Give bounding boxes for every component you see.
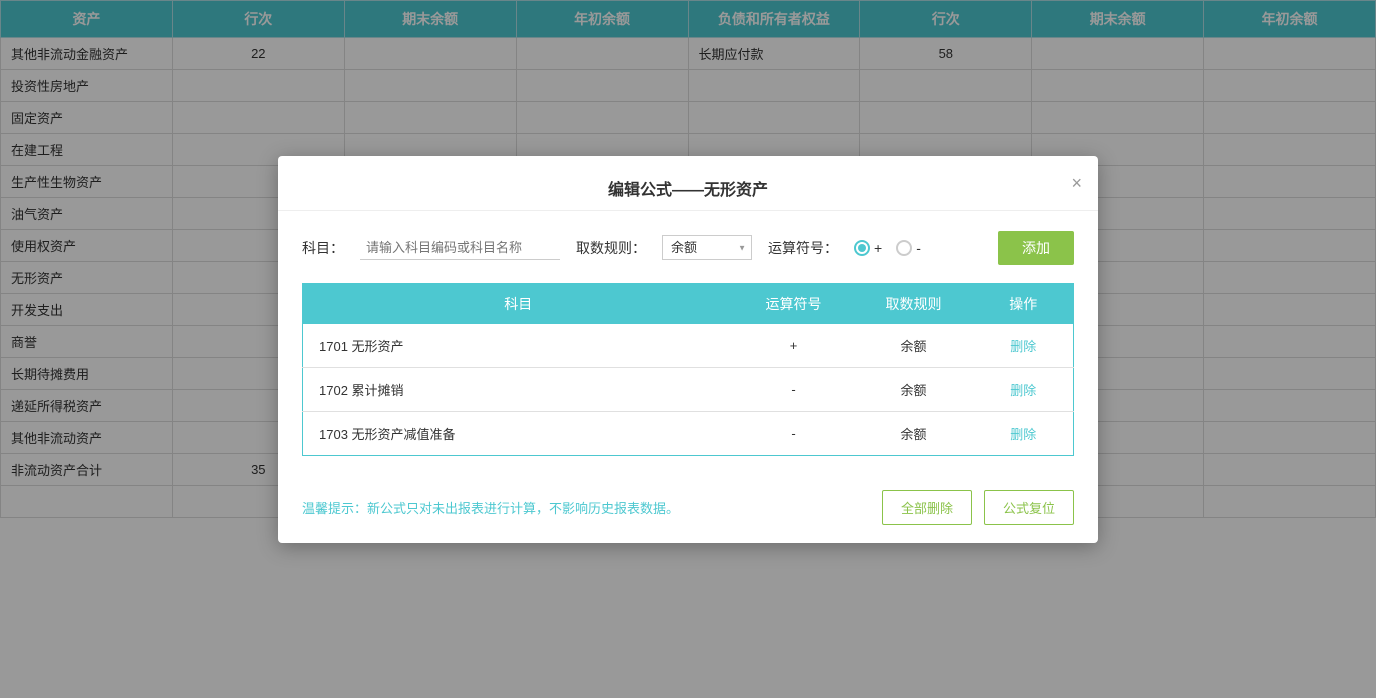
table-header-subject: 科目 <box>303 283 734 324</box>
table-header-action: 操作 <box>974 283 1074 324</box>
delete-row-button[interactable]: 删除 <box>1010 383 1036 398</box>
cell-action: 删除 <box>974 367 1074 411</box>
cell-rule: 余额 <box>854 411 974 455</box>
modal-body: 科目： 取数规则： 余额 借方发生额 贷方发生额 运算符号： + <box>278 211 1098 476</box>
table-header-rule: 取数规则 <box>854 283 974 324</box>
modal-footer: 温馨提示：新公式只对未出报表进行计算，不影响历史报表数据。 全部删除 公式复位 <box>278 476 1098 543</box>
cell-operator: - <box>734 411 854 455</box>
cell-action: 删除 <box>974 411 1074 455</box>
rule-select-wrap[interactable]: 余额 借方发生额 贷方发生额 <box>662 235 752 260</box>
footer-tip: 温馨提示：新公式只对未出报表进行计算，不影响历史报表数据。 <box>302 498 679 517</box>
cell-rule: 余额 <box>854 367 974 411</box>
form-row: 科目： 取数规则： 余额 借方发生额 贷方发生额 运算符号： + <box>302 231 1074 265</box>
footer-buttons: 全部删除 公式复位 <box>882 490 1074 525</box>
radio-plus-label: + <box>874 240 882 256</box>
cell-subject: 1702 累计摊销 <box>303 367 734 411</box>
cell-operator: + <box>734 324 854 368</box>
subject-input[interactable] <box>360 236 560 260</box>
modal-title: 编辑公式——无形资产 <box>608 182 768 199</box>
delete-row-button[interactable]: 删除 <box>1010 339 1036 354</box>
subject-label: 科目： <box>302 238 344 258</box>
cell-subject: 1703 无形资产减值准备 <box>303 411 734 455</box>
radio-plus[interactable]: + <box>854 240 882 256</box>
modal-header: 编辑公式——无形资产 × <box>278 156 1098 211</box>
cell-operator: - <box>734 367 854 411</box>
cell-action: 删除 <box>974 324 1074 368</box>
operator-label: 运算符号： <box>768 238 838 258</box>
radio-minus[interactable]: - <box>896 240 921 256</box>
radio-minus-label: - <box>916 240 921 256</box>
formula-table: 科目 运算符号 取数规则 操作 1701 无形资产+余额删除1702 累计摊销-… <box>302 283 1074 456</box>
rule-select[interactable]: 余额 借方发生额 贷方发生额 <box>662 235 752 260</box>
delete-all-button[interactable]: 全部删除 <box>882 490 972 525</box>
cell-rule: 余额 <box>854 324 974 368</box>
cell-subject: 1701 无形资产 <box>303 324 734 368</box>
radio-minus-circle <box>896 240 912 256</box>
table-header-operator: 运算符号 <box>734 283 854 324</box>
table-row: 1703 无形资产减值准备-余额 删除 <box>303 411 1074 455</box>
rule-label: 取数规则： <box>576 238 646 258</box>
operator-radio-group: + - <box>854 240 921 256</box>
delete-row-button[interactable]: 删除 <box>1010 427 1036 442</box>
table-row: 1701 无形资产+余额 删除 <box>303 324 1074 368</box>
modal-overlay: 编辑公式——无形资产 × 科目： 取数规则： 余额 借方发生额 贷方发生额 运算… <box>0 0 1376 698</box>
reset-formula-button[interactable]: 公式复位 <box>984 490 1074 525</box>
table-row: 1702 累计摊销-余额 删除 <box>303 367 1074 411</box>
modal-dialog: 编辑公式——无形资产 × 科目： 取数规则： 余额 借方发生额 贷方发生额 运算… <box>278 156 1098 543</box>
radio-plus-circle <box>854 240 870 256</box>
add-button[interactable]: 添加 <box>998 231 1074 265</box>
modal-close-button[interactable]: × <box>1071 174 1082 192</box>
